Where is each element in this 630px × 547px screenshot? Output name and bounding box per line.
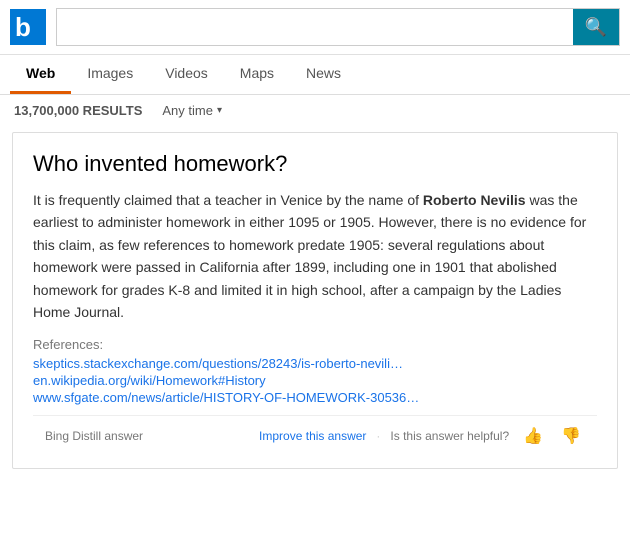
results-bar: 13,700,000 RESULTS Any time ▾: [0, 95, 630, 126]
results-count: 13,700,000 RESULTS: [14, 103, 142, 118]
search-input[interactable]: who invented homework: [57, 9, 573, 45]
bing-logo: b: [10, 9, 46, 45]
tab-images[interactable]: Images: [71, 55, 149, 94]
thumbs-up-button[interactable]: 👍: [519, 424, 547, 448]
chevron-down-icon: ▾: [217, 105, 222, 116]
answer-card: Who invented homework? It is frequently …: [12, 132, 618, 469]
tab-videos[interactable]: Videos: [149, 55, 224, 94]
tab-web[interactable]: Web: [10, 55, 71, 94]
answer-title: Who invented homework?: [33, 151, 597, 177]
thumbs-down-icon: 👎: [561, 428, 581, 445]
separator: ·: [376, 429, 380, 443]
search-icon: 🔍: [585, 17, 607, 38]
footer-right: Improve this answer · Is this answer hel…: [259, 424, 585, 448]
distill-label: Bing Distill answer: [45, 429, 143, 443]
nav-tabs: Web Images Videos Maps News: [0, 55, 630, 95]
improve-link[interactable]: Improve this answer: [259, 429, 366, 443]
reference-link-2[interactable]: en.wikipedia.org/wiki/Homework#History: [33, 373, 513, 388]
thumbs-down-button[interactable]: 👎: [557, 424, 585, 448]
answer-card-footer: Bing Distill answer Improve this answer …: [33, 415, 597, 454]
thumbs-up-icon: 👍: [523, 428, 543, 445]
tab-maps[interactable]: Maps: [224, 55, 290, 94]
tab-news[interactable]: News: [290, 55, 357, 94]
bold-name: Roberto Nevilis: [423, 192, 526, 208]
search-bar: who invented homework 🔍: [56, 8, 620, 46]
anytime-filter[interactable]: Any time ▾: [162, 103, 222, 118]
helpful-label: Is this answer helpful?: [390, 429, 509, 443]
search-button[interactable]: 🔍: [573, 9, 619, 45]
header: b who invented homework 🔍: [0, 0, 630, 55]
answer-body: It is frequently claimed that a teacher …: [33, 189, 597, 323]
references-label: References:: [33, 337, 597, 352]
reference-link-3[interactable]: www.sfgate.com/news/article/HISTORY-OF-H…: [33, 390, 513, 405]
reference-link-1[interactable]: skeptics.stackexchange.com/questions/282…: [33, 356, 513, 371]
filter-label: Any time: [162, 103, 213, 118]
svg-text:b: b: [15, 12, 31, 42]
